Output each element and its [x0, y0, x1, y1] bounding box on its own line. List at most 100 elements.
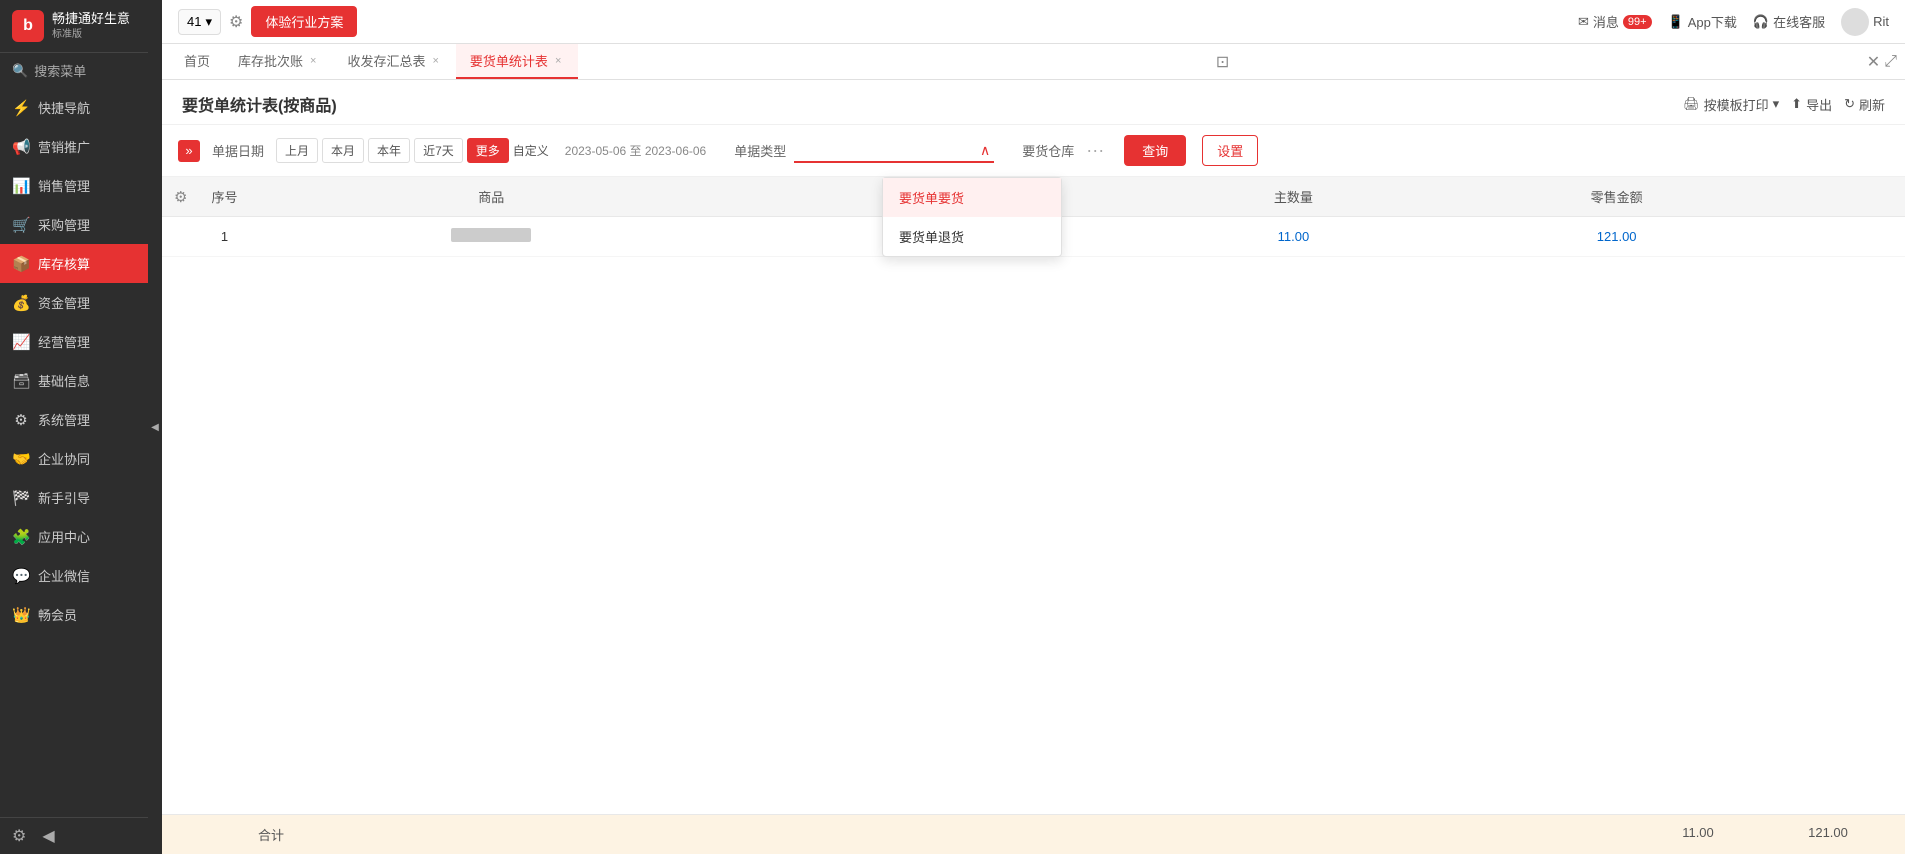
custom-date-btn[interactable]: 自定义 — [513, 142, 549, 159]
last-month-btn[interactable]: 上月 — [276, 138, 318, 163]
filter-expand-button[interactable]: » — [178, 140, 200, 162]
tab-home[interactable]: 首页 — [170, 44, 224, 79]
footer-unit — [1503, 825, 1633, 844]
sidebar-item-label: 经营管理 — [38, 332, 90, 351]
message-badge: 99+ — [1623, 15, 1652, 29]
message-item[interactable]: ✉ 消息 99+ — [1578, 12, 1652, 31]
print-chevron-icon: ▾ — [1773, 96, 1780, 112]
col-quantity-header: 主数量 — [1147, 177, 1440, 217]
app-download-item[interactable]: 📱 App下载 — [1668, 12, 1737, 31]
order-type-input-wrap: ∧ — [794, 138, 994, 163]
more-dates-btn[interactable]: 更多 — [467, 138, 509, 163]
tab-close-all-icon[interactable]: ✕ — [1867, 52, 1880, 72]
row-no-cell: 1 — [199, 217, 249, 257]
sidebar-item-basics[interactable]: 🗃 基础信息 — [0, 361, 148, 400]
this-month-btn[interactable]: 本月 — [322, 138, 364, 163]
trial-button[interactable]: 体验行业方案 — [251, 6, 357, 37]
page-header: 要货单统计表(按商品) 🖨 按模板打印 ▾ ⬆ 导出 ↻ 刷新 — [162, 80, 1905, 125]
row-settings-cell — [162, 217, 199, 257]
sidebar-item-operations[interactable]: 📈 经营管理 — [0, 322, 148, 361]
filter-row: » 单据日期 上月 本月 本年 近7天 更多 自定义 2023-05-06 至 … — [162, 125, 1905, 177]
sidebar-item-sales[interactable]: 📊 销售管理 — [0, 166, 148, 205]
enterprise-icon: 🤝 — [12, 450, 30, 468]
dropdown-item-order-return[interactable]: 要货单退货 — [883, 217, 1061, 256]
tab-inventory-batch-close[interactable]: × — [307, 54, 319, 68]
main-area: 41 ▾ ⚙ 体验行业方案 ✉ 消息 99+ 📱 App下载 🎧 在线客服 R — [162, 0, 1905, 854]
date-range-display: 2023-05-06 至 2023-06-06 — [565, 142, 706, 159]
inventory-icon: 📦 — [12, 255, 30, 273]
operations-icon: 📈 — [12, 333, 30, 351]
order-goods-label: 要货单要货 — [899, 191, 964, 206]
message-icon: ✉ — [1578, 14, 1589, 30]
store-selector[interactable]: 41 ▾ — [178, 9, 221, 35]
export-icon: ⬆ — [1791, 96, 1802, 112]
settings-button[interactable]: 设置 — [1202, 135, 1258, 166]
tab-order-stats[interactable]: 要货单统计表 × — [456, 44, 578, 79]
sidebar-item-system[interactable]: ⚙ 系统管理 — [0, 400, 148, 439]
user-avatar-item[interactable]: Rit — [1841, 8, 1889, 36]
order-type-input[interactable] — [794, 138, 994, 163]
topbar-left: 41 ▾ ⚙ 体验行业方案 — [178, 6, 1566, 37]
tab-expand-icon[interactable]: ⤢ — [1884, 53, 1897, 71]
topbar-gear-icon[interactable]: ⚙ — [229, 12, 243, 32]
online-service-item[interactable]: 🎧 在线客服 — [1753, 12, 1825, 31]
order-type-chevron-icon[interactable]: ∧ — [980, 142, 990, 159]
sidebar-item-label: 新手引导 — [38, 488, 90, 507]
sidebar-item-quick-nav[interactable]: ⚡ 快捷导航 — [0, 88, 148, 127]
dropdown-item-order-goods[interactable]: 要货单要货 — [883, 178, 1061, 217]
sidebar-item-label: 畅会员 — [38, 605, 77, 624]
tab-order-stats-close[interactable]: × — [552, 54, 564, 68]
collapse-icon[interactable]: ◀ — [42, 826, 54, 846]
more-filters-btn[interactable]: ··· — [1086, 140, 1104, 161]
sidebar-item-apps[interactable]: 🧩 应用中心 — [0, 517, 148, 556]
sidebar-item-vip[interactable]: 👑 畅会员 — [0, 595, 148, 634]
sidebar-item-guide[interactable]: 🏁 新手引导 — [0, 478, 148, 517]
sidebar-item-label: 采购管理 — [38, 215, 90, 234]
last-7days-btn[interactable]: 近7天 — [414, 138, 463, 163]
page-actions: 🖨 按模板打印 ▾ ⬆ 导出 ↻ 刷新 — [1683, 95, 1885, 114]
footer-amount: 121.00 — [1763, 825, 1893, 844]
logo-line2: 标准版 — [52, 28, 130, 41]
sidebar-item-label: 营销推广 — [38, 137, 90, 156]
tabbar: 首页 库存批次账 × 收发存汇总表 × 要货单统计表 × ⊡ ✕ ⤢ — [162, 44, 1905, 80]
amount-link[interactable]: 121.00 — [1597, 229, 1637, 244]
date-range-buttons: 上月 本月 本年 近7天 更多 自定义 — [276, 138, 549, 163]
tab-collect-summary[interactable]: 收发存汇总表 × — [333, 44, 455, 79]
sidebar-item-marketing[interactable]: 📢 营销推广 — [0, 127, 148, 166]
tab-inventory-batch[interactable]: 库存批次账 × — [224, 44, 333, 79]
sidebar-collapse-handle[interactable]: ◀ — [148, 0, 162, 854]
print-template-btn[interactable]: 🖨 按模板打印 ▾ — [1683, 95, 1779, 114]
tab-order-stats-label: 要货单统计表 — [470, 51, 548, 70]
sidebar-item-label: 应用中心 — [38, 527, 90, 546]
sidebar-item-inventory[interactable]: 📦 库存核算 — [0, 244, 148, 283]
settings-bottom-icon[interactable]: ⚙ — [12, 826, 26, 846]
guide-icon: 🏁 — [12, 489, 30, 507]
search-menu[interactable]: 🔍 搜索菜单 — [0, 53, 148, 88]
warehouse-label: 要货仓库 — [1022, 141, 1074, 160]
row-amount-cell: 121.00 — [1440, 217, 1793, 257]
expand-icon: ⊡ — [1216, 52, 1229, 72]
col-amount-header: 零售金额 — [1440, 177, 1793, 217]
sidebar-item-wechat[interactable]: 💬 企业微信 — [0, 556, 148, 595]
footer-cells: 合计 11.00 121.00 — [174, 825, 1893, 844]
sidebar-item-finance[interactable]: 💰 资金管理 — [0, 283, 148, 322]
sidebar-item-enterprise[interactable]: 🤝 企业协同 — [0, 439, 148, 478]
sidebar-item-purchase[interactable]: 🛒 采购管理 — [0, 205, 148, 244]
column-settings-icon[interactable]: ⚙ — [174, 189, 187, 206]
col-settings-header: ⚙ — [162, 177, 199, 217]
tab-expand-button[interactable]: ⊡ — [1208, 44, 1237, 79]
col-extra-header — [1793, 177, 1905, 217]
refresh-btn[interactable]: ↻ 刷新 — [1844, 95, 1885, 114]
page-title: 要货单统计表(按商品) — [182, 92, 337, 116]
quantity-link[interactable]: 11.00 — [1278, 229, 1310, 244]
sidebar-item-label: 基础信息 — [38, 371, 90, 390]
tab-collect-summary-close[interactable]: × — [429, 54, 441, 68]
date-filter-label: 单据日期 — [212, 141, 264, 160]
query-button[interactable]: 查询 — [1124, 135, 1186, 166]
order-type-dropdown: 要货单要货 要货单退货 — [882, 177, 1062, 257]
logo-icon: b — [12, 10, 44, 42]
sidebar-item-label: 销售管理 — [38, 176, 90, 195]
export-btn[interactable]: ⬆ 导出 — [1791, 95, 1832, 114]
this-year-btn[interactable]: 本年 — [368, 138, 410, 163]
store-number: 41 — [187, 14, 201, 29]
